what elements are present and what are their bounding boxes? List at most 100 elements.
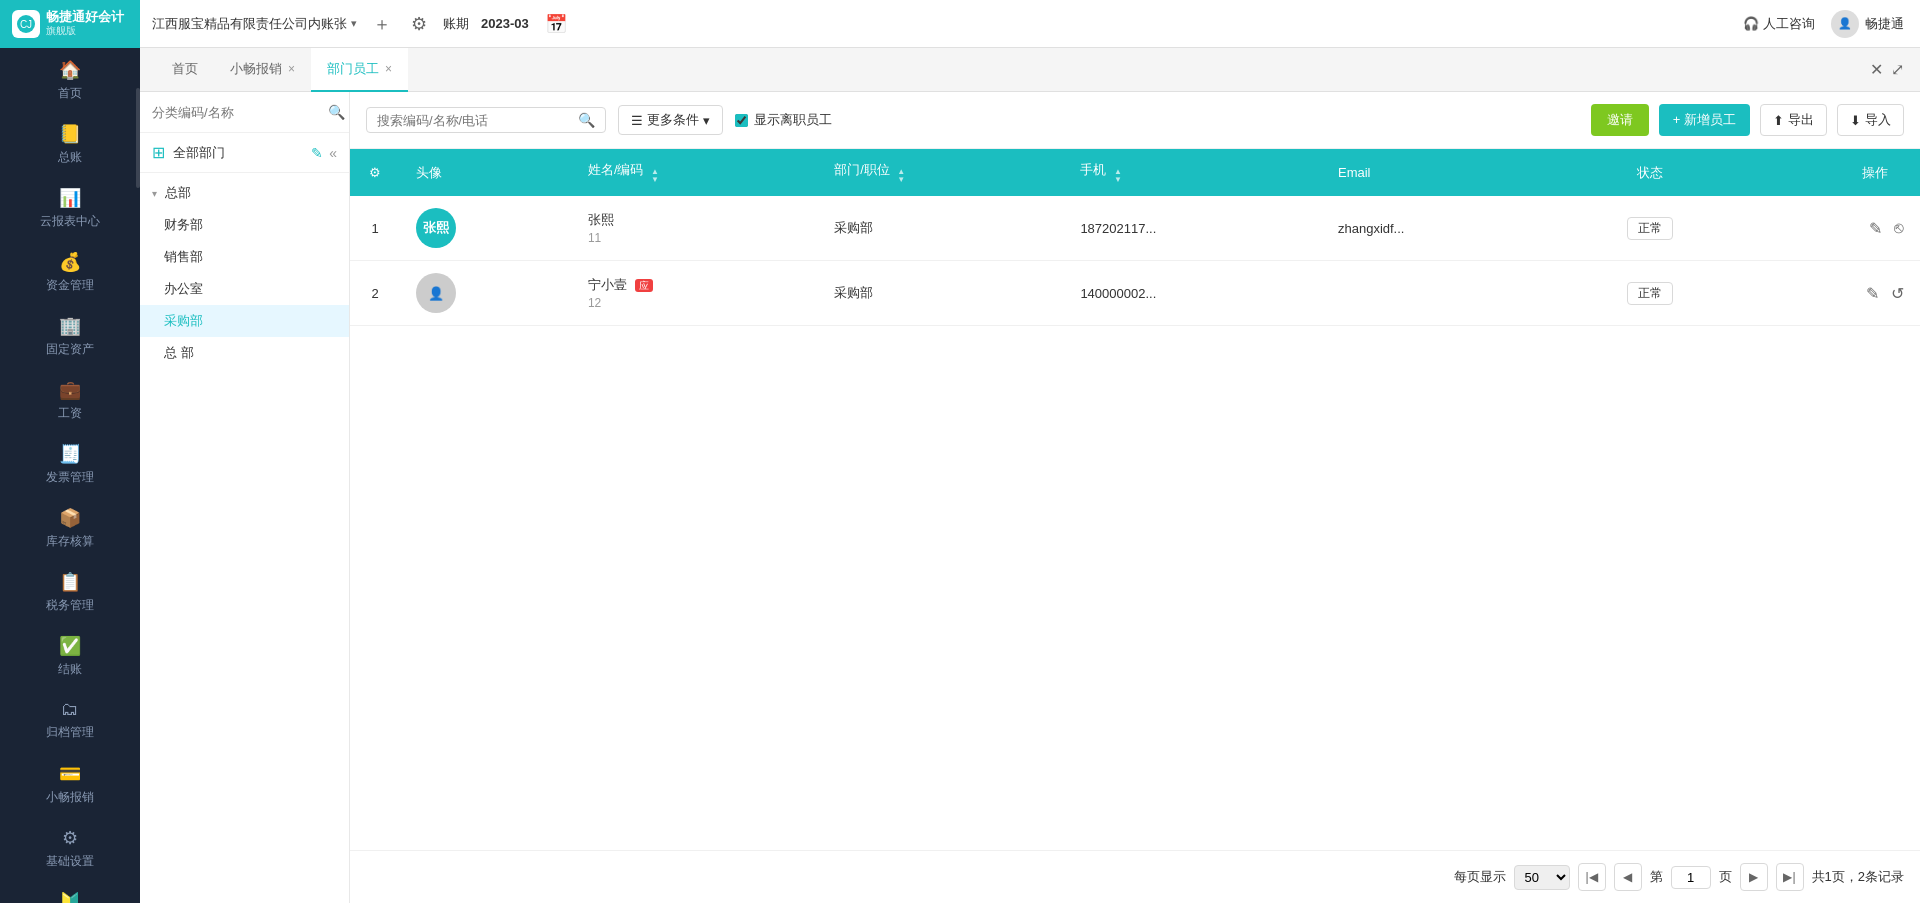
filter-button[interactable]: ☰ 更多条件 ▾ [618, 105, 723, 135]
sidebar-label-ledger: 总账 [58, 149, 82, 166]
filter-label: 更多条件 [647, 111, 699, 129]
next-page-button[interactable]: ▶ [1740, 863, 1768, 891]
home-icon: 🏠 [59, 59, 81, 81]
employee-search-input[interactable] [377, 113, 572, 128]
badge-overdue: 应 [635, 279, 653, 292]
row-name-1: 张熙 11 [572, 196, 818, 261]
tab-expense-close[interactable]: × [288, 62, 295, 76]
main-layout: 🏠 首页 📒 总账 📊 云报表中心 💰 资金管理 🏢 固定资产 💼 工资 🧾 发… [0, 48, 1920, 903]
col-settings[interactable]: ⚙ [350, 149, 400, 196]
tab-home[interactable]: 首页 [156, 48, 214, 92]
import-button[interactable]: ⬇ 导入 [1837, 104, 1904, 136]
employee-search-box: 🔍 [366, 107, 606, 133]
sidebar-item-archive[interactable]: 🗂 归档管理 [0, 688, 140, 752]
per-page-select[interactable]: 50 20 100 [1514, 865, 1570, 890]
col-phone[interactable]: 手机 ▲▼ [1064, 149, 1322, 196]
page-unit: 页 [1719, 868, 1732, 886]
toggle-icon: ▾ [152, 188, 157, 199]
sidebar-item-expense[interactable]: 💳 小畅报销 [0, 752, 140, 816]
pagination: 每页显示 50 20 100 |◀ ◀ 第 页 ▶ ▶| 共1页，2条记录 [350, 850, 1920, 903]
sidebar-item-checkout[interactable]: ✅ 结账 [0, 624, 140, 688]
settings-icon[interactable]: ⚙ [407, 9, 431, 39]
edit-employee-1-button[interactable]: ✎ [1869, 219, 1882, 238]
add-employee-button[interactable]: + 新增员工 [1659, 104, 1750, 136]
export-button[interactable]: ⬆ 导出 [1760, 104, 1827, 136]
close-tab-button[interactable]: ✕ [1870, 60, 1883, 79]
sidebar-item-tax[interactable]: 📋 税务管理 [0, 560, 140, 624]
user-name: 畅捷通 [1865, 15, 1904, 33]
sort-name-icon: ▲▼ [651, 168, 659, 184]
col-dept-position[interactable]: 部门/职位 ▲▼ [818, 149, 1064, 196]
sidebar-label-inventory: 库存核算 [46, 533, 94, 550]
salary-icon: 💼 [59, 379, 81, 401]
toolbar-right: 邀请 + 新增员工 ⬆ 导出 ⬇ 导入 [1591, 104, 1904, 136]
prev-page-button[interactable]: ◀ [1614, 863, 1642, 891]
dept-node-zongbu[interactable]: 总 部 [140, 337, 349, 369]
dept-zongbu-label: 总 部 [164, 344, 194, 362]
refresh-employee-2-button[interactable]: ↺ [1891, 284, 1904, 303]
dept-search-icon[interactable]: 🔍 [328, 104, 345, 120]
edit-dept-icon[interactable]: ✎ [311, 145, 323, 161]
sort-dept-icon: ▲▼ [897, 168, 905, 184]
dept-node-bangongshi[interactable]: 办公室 [140, 273, 349, 305]
sidebar-label-archive: 归档管理 [46, 724, 94, 741]
logout-employee-1-button[interactable]: ⎋ [1894, 219, 1904, 238]
dept-node-zongbu-parent[interactable]: ▾ 总部 [140, 177, 349, 209]
sidebar-label-invoice: 发票管理 [46, 469, 94, 486]
sidebar-item-invoice[interactable]: 🧾 发票管理 [0, 432, 140, 496]
last-page-button[interactable]: ▶| [1776, 863, 1804, 891]
sidebar-item-funds[interactable]: 💰 资金管理 [0, 240, 140, 304]
expand-button[interactable]: ⤢ [1891, 60, 1904, 79]
invite-button[interactable]: 邀请 [1591, 104, 1649, 136]
edit-employee-2-button[interactable]: ✎ [1866, 284, 1879, 303]
content-area: 🔍 ⊞ 全部部门 ✎ « ▾ 总部 财务部 [140, 92, 1920, 903]
col-email: Email [1322, 149, 1557, 196]
tab-dept-close[interactable]: × [385, 62, 392, 76]
page-number-input[interactable] [1671, 866, 1711, 889]
avatar: 👤 [1831, 10, 1859, 38]
sidebar-item-guide[interactable]: 🔰 新手引导 [0, 880, 140, 903]
dept-node-xiaoshou[interactable]: 销售部 [140, 241, 349, 273]
collapse-icon[interactable]: « [329, 145, 337, 161]
per-page-label: 每页显示 [1454, 868, 1506, 886]
employee-panel: 🔍 ☰ 更多条件 ▾ 显示离职员工 邀请 + 新增员工 [350, 92, 1920, 903]
col-name-code[interactable]: 姓名/编码 ▲▼ [572, 149, 818, 196]
filter-chevron-icon: ▾ [703, 113, 710, 128]
add-icon[interactable]: ＋ [369, 8, 395, 40]
row-index-1: 1 [350, 196, 400, 261]
tab-expense[interactable]: 小畅报销 × [214, 48, 311, 92]
dept-search-input[interactable] [152, 105, 320, 120]
first-page-button[interactable]: |◀ [1578, 863, 1606, 891]
top-bar-right: 🎧 人工咨询 👤 畅捷通 [1743, 10, 1904, 38]
employee-code-2: 12 [588, 296, 802, 310]
company-selector[interactable]: 江西服宝精品有限责任公司内账张 ▾ [152, 15, 357, 33]
sidebar-item-ledger[interactable]: 📒 总账 [0, 112, 140, 176]
sidebar-item-home[interactable]: 🏠 首页 [0, 48, 140, 112]
user-area[interactable]: 👤 畅捷通 [1831, 10, 1904, 38]
calendar-icon[interactable]: 📅 [541, 9, 571, 39]
top-bar: CJ 畅捷通好会计 旗舰版 江西服宝精品有限责任公司内账张 ▾ ＋ ⚙ 账期 2… [0, 0, 1920, 48]
sidebar-item-salary[interactable]: 💼 工资 [0, 368, 140, 432]
main-content: 首页 小畅报销 × 部门员工 × ✕ ⤢ 🔍 [140, 48, 1920, 903]
dept-node-caigou[interactable]: 采购部 [140, 305, 349, 337]
sidebar-scrollbar [136, 88, 140, 188]
funds-icon: 💰 [59, 251, 81, 273]
show-resigned-checkbox[interactable] [735, 114, 748, 127]
service-button[interactable]: 🎧 人工咨询 [1743, 15, 1815, 33]
sidebar-item-settings[interactable]: ⚙ 基础设置 [0, 816, 140, 880]
dept-node-caiwu[interactable]: 财务部 [140, 209, 349, 241]
sidebar-item-assets[interactable]: 🏢 固定资产 [0, 304, 140, 368]
dept-xiaoshou-label: 销售部 [164, 248, 203, 266]
all-dept-label: 全部部门 [173, 144, 303, 162]
export-label: 导出 [1788, 111, 1814, 129]
tab-dept-employee[interactable]: 部门员工 × [311, 48, 408, 92]
sidebar-item-inventory[interactable]: 📦 库存核算 [0, 496, 140, 560]
tab-home-label: 首页 [172, 60, 198, 78]
sidebar-item-reports[interactable]: 📊 云报表中心 [0, 176, 140, 240]
search-icon[interactable]: 🔍 [578, 112, 595, 128]
show-resigned-label: 显示离职员工 [754, 111, 832, 129]
period-value: 2023-03 [481, 16, 529, 31]
dept-tree: ▾ 总部 财务部 销售部 办公室 采购部 [140, 173, 349, 903]
guide-icon: 🔰 [59, 891, 81, 904]
filter-icon: ☰ [631, 113, 643, 128]
